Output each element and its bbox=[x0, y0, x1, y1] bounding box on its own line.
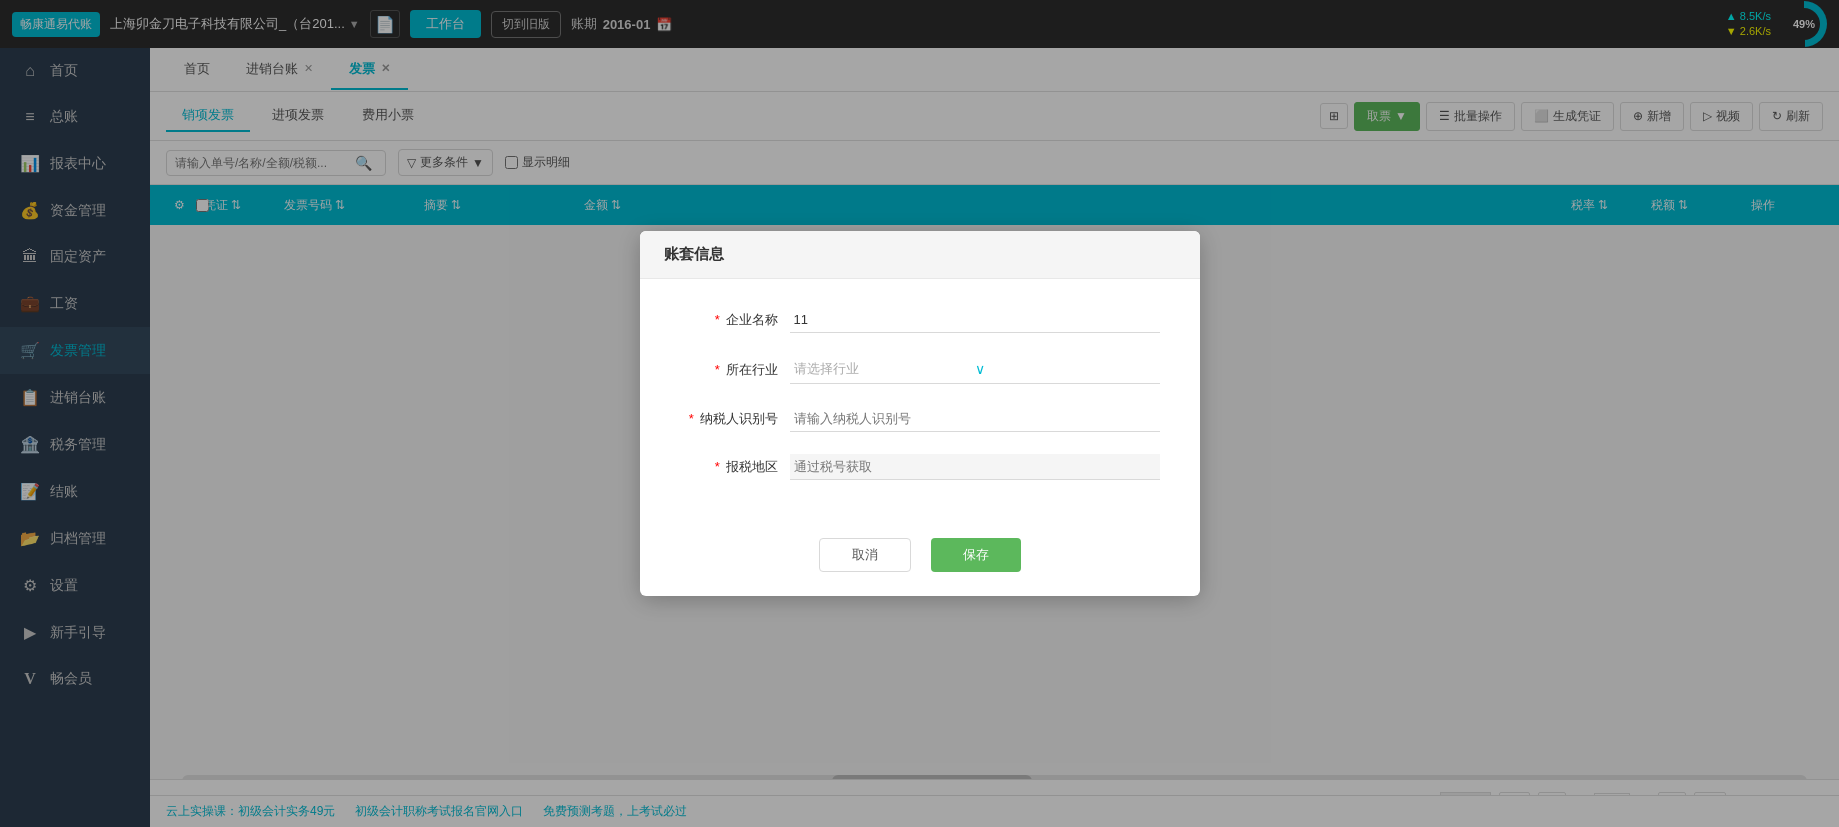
industry-label: * 所在行业 bbox=[680, 361, 790, 379]
modal-body: * 企业名称 * 所在行业 请选择行业 ∨ bbox=[640, 279, 1200, 522]
tax-id-field-label: 纳税人识别号 bbox=[700, 411, 778, 426]
company-name-label: * 企业名称 bbox=[680, 311, 790, 329]
form-row-industry: * 所在行业 请选择行业 ∨ bbox=[680, 355, 1160, 384]
company-name-field-label: 企业名称 bbox=[726, 312, 778, 327]
cancel-button[interactable]: 取消 bbox=[819, 538, 911, 572]
main-content: 首页 进销台账 ✕ 发票 ✕ 销项发票 进项发票 费用小票 ⊞ bbox=[150, 48, 1839, 827]
modal-title: 账套信息 bbox=[640, 231, 1200, 279]
tax-region-field-label: 报税地区 bbox=[726, 459, 778, 474]
save-button[interactable]: 保存 bbox=[931, 538, 1021, 572]
modal-overlay: 账套信息 * 企业名称 * 所在行业 bbox=[150, 48, 1839, 827]
tax-region-input bbox=[790, 454, 1160, 480]
industry-placeholder: 请选择行业 bbox=[794, 360, 975, 378]
tax-region-label: * 报税地区 bbox=[680, 458, 790, 476]
form-row-company-name: * 企业名称 bbox=[680, 307, 1160, 333]
company-name-input[interactable] bbox=[790, 307, 1160, 333]
tax-id-input[interactable] bbox=[790, 406, 1160, 432]
industry-field-label: 所在行业 bbox=[726, 362, 778, 377]
industry-dropdown-icon: ∨ bbox=[975, 361, 1156, 377]
tax-id-label: * 纳税人识别号 bbox=[680, 410, 790, 428]
industry-select[interactable]: 请选择行业 ∨ bbox=[790, 355, 1160, 384]
modal-footer: 取消 保存 bbox=[640, 522, 1200, 596]
account-info-modal: 账套信息 * 企业名称 * 所在行业 bbox=[640, 231, 1200, 596]
form-row-tax-region: * 报税地区 bbox=[680, 454, 1160, 480]
form-row-tax-id: * 纳税人识别号 bbox=[680, 406, 1160, 432]
